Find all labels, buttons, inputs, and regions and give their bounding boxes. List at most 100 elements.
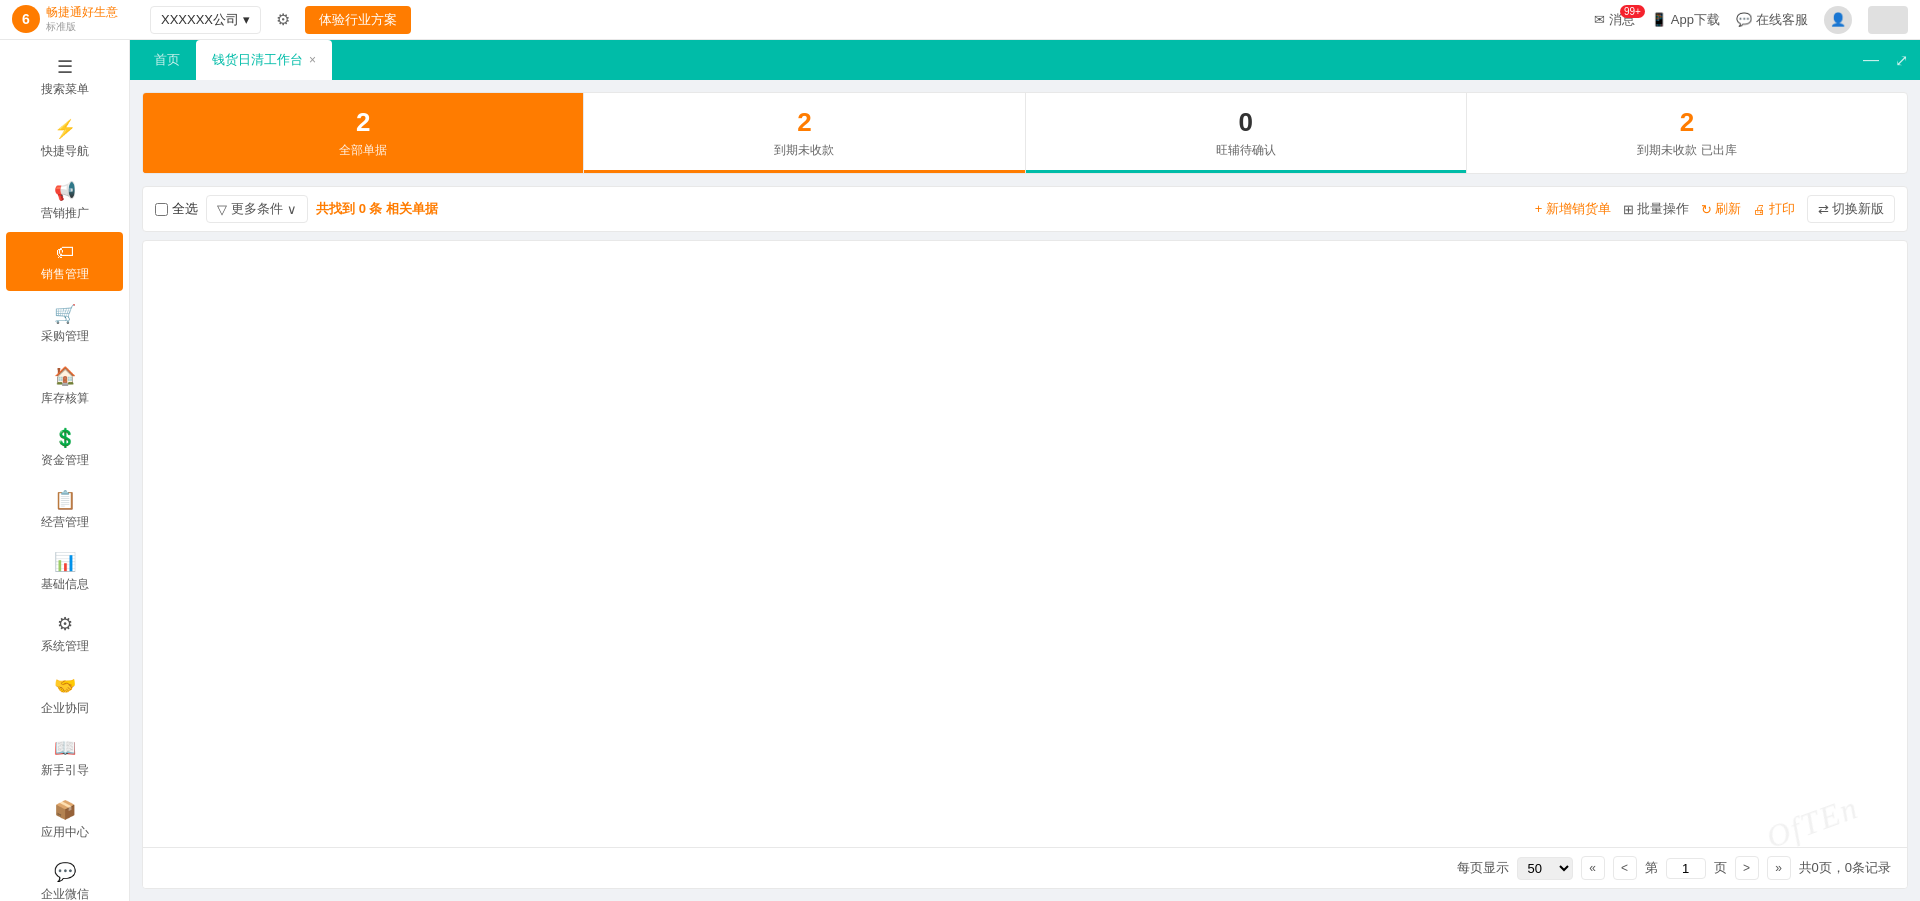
company-name: XXXXXX公司 bbox=[161, 11, 239, 29]
basic-info-icon: 📊 bbox=[54, 551, 76, 573]
switch-label: 切换新版 bbox=[1832, 200, 1884, 218]
sidebar-item-operations[interactable]: 📋 经营管理 bbox=[6, 479, 123, 539]
batch-icon: ⊞ bbox=[1623, 202, 1634, 217]
sidebar-item-sales[interactable]: 🏷销售管理 bbox=[6, 232, 123, 291]
toolbar-right: + 新增销货单 ⊞ 批量操作 ↻ 刷新 🖨 打印 ⇄ 切换新版 bbox=[1535, 195, 1895, 223]
toolbar-left: 全选 ▽ 更多条件 ∨ 共找到 0 条 相关单据 bbox=[155, 195, 438, 223]
logo-icon: 6 bbox=[12, 5, 40, 33]
logo-text: 畅捷通好生意 bbox=[46, 5, 118, 19]
logo-sub: 标准版 bbox=[46, 20, 118, 34]
status-card-all[interactable]: 2 全部单据 bbox=[143, 93, 584, 173]
sidebar-item-marketing[interactable]: 📢营销推广 bbox=[6, 170, 123, 230]
result-count: 0 bbox=[359, 201, 366, 216]
close-tab-icon[interactable]: × bbox=[309, 53, 316, 67]
app-download-button[interactable]: 📱 App下载 bbox=[1651, 11, 1720, 29]
avatar[interactable]: 👤 bbox=[1824, 6, 1852, 34]
nav-window-controls: — ⤢ bbox=[1859, 47, 1912, 74]
experience-button[interactable]: 体验行业方案 bbox=[305, 6, 411, 34]
sidebar-label-inventory: 库存核算 bbox=[41, 390, 89, 407]
first-page-button[interactable]: « bbox=[1581, 856, 1605, 880]
cooperation-icon: 🤝 bbox=[54, 675, 76, 697]
topbar: 6 畅捷通好生意 标准版 XXXXXX公司 ▾ ⚙ 体验行业方案 ✉ 消息 99… bbox=[0, 0, 1920, 40]
add-order-button[interactable]: + 新增销货单 bbox=[1535, 200, 1611, 218]
sidebar-item-search[interactable]: ☰搜索菜单 bbox=[6, 46, 123, 106]
sidebar-label-basic-info: 基础信息 bbox=[41, 576, 89, 593]
chevron-down-icon: ▾ bbox=[243, 12, 250, 27]
filter-button[interactable]: ▽ 更多条件 ∨ bbox=[206, 195, 308, 223]
topbar-right: ✉ 消息 99+ 📱 App下载 💬 在线客服 👤 bbox=[1594, 6, 1908, 34]
sidebar-item-basic-info[interactable]: 📊 基础信息 bbox=[6, 541, 123, 601]
print-icon: 🖨 bbox=[1753, 202, 1766, 217]
sidebar-item-purchase[interactable]: 🛒采购管理 bbox=[6, 293, 123, 353]
sidebar-label-system: 系统管理 bbox=[41, 638, 89, 655]
nav-tab-钱货日清工作台[interactable]: 钱货日清工作台 × bbox=[196, 40, 332, 80]
page-size-label: 每页显示 bbox=[1457, 859, 1509, 877]
sidebar-item-cooperation[interactable]: 🤝企业协同 bbox=[6, 665, 123, 725]
last-page-button[interactable]: » bbox=[1767, 856, 1791, 880]
refresh-button[interactable]: ↻ 刷新 bbox=[1701, 200, 1741, 218]
operations-icon: 📋 bbox=[54, 489, 76, 511]
next-page-button[interactable]: > bbox=[1735, 856, 1759, 880]
table-area: 每页显示 2050100 « < 第 页 > » 共0页，0条记录 bbox=[142, 240, 1908, 889]
sidebar: ☰搜索菜单⚡快捷导航📢营销推广🏷销售管理🛒采购管理 🏠 库存核算 💲资金管理 📋 经营管理… bbox=[0, 0, 130, 901]
company-selector[interactable]: XXXXXX公司 ▾ bbox=[150, 6, 261, 34]
result-prefix: 共找到 bbox=[316, 201, 355, 216]
batch-operation-button[interactable]: ⊞ 批量操作 bbox=[1623, 200, 1689, 218]
sidebar-item-quick-nav[interactable]: ⚡快捷导航 bbox=[6, 108, 123, 168]
status-card-overdue_shipped[interactable]: 2到期未收款 已出库 bbox=[1467, 93, 1907, 173]
card-indicator bbox=[1026, 170, 1466, 173]
sidebar-label-wechat: 企业微信 bbox=[41, 886, 89, 901]
switch-version-button[interactable]: ⇄ 切换新版 bbox=[1807, 195, 1895, 223]
card-label: 到期未收款 已出库 bbox=[1637, 142, 1736, 159]
wechat-icon: 💬 bbox=[54, 861, 76, 883]
sidebar-item-inventory[interactable]: 🏠 库存核算 bbox=[6, 355, 123, 415]
select-all-checkbox[interactable]: 全选 bbox=[155, 200, 198, 218]
page-number-input[interactable] bbox=[1666, 858, 1706, 879]
quick-nav-icon: ⚡ bbox=[54, 118, 76, 140]
pagination-summary: 共0页，0条记录 bbox=[1799, 859, 1891, 877]
batch-label: 批量操作 bbox=[1637, 200, 1689, 218]
card-count: 2 bbox=[797, 107, 811, 138]
card-indicator bbox=[584, 170, 1024, 173]
card-label: 旺辅待确认 bbox=[1216, 142, 1276, 159]
marketing-icon: 📢 bbox=[54, 180, 76, 202]
inventory-icon: 🏠 bbox=[54, 365, 76, 387]
filter-icon: ▽ bbox=[217, 202, 227, 217]
maximize-icon[interactable]: ⤢ bbox=[1891, 47, 1912, 74]
card-indicator bbox=[143, 170, 583, 173]
select-all-input[interactable] bbox=[155, 203, 168, 216]
sidebar-label-operations: 经营管理 bbox=[41, 514, 89, 531]
content-area: 2全部单据2到期未收款0旺辅待确认2到期未收款 已出库 全选 ▽ 更多条件 ∨ … bbox=[130, 80, 1920, 901]
page-size-select[interactable]: 2050100 bbox=[1517, 857, 1573, 880]
status-card-pending[interactable]: 0 旺辅待确认 bbox=[1026, 93, 1467, 173]
print-button[interactable]: 🖨 打印 bbox=[1753, 200, 1795, 218]
card-count: 2 bbox=[356, 107, 370, 138]
purchase-icon: 🛒 bbox=[54, 303, 76, 325]
sidebar-item-wechat[interactable]: 💬 企业微信 bbox=[6, 851, 123, 901]
sidebar-item-guide[interactable]: 📖新手引导 bbox=[6, 727, 123, 787]
messages-button[interactable]: ✉ 消息 99+ bbox=[1594, 11, 1635, 29]
status-card-overdue[interactable]: 2到期未收款 bbox=[584, 93, 1025, 173]
sidebar-menu: ☰搜索菜单⚡快捷导航📢营销推广🏷销售管理🛒采购管理 🏠 库存核算 💲资金管理 📋 经营管理… bbox=[0, 40, 129, 901]
status-cards: 2全部单据2到期未收款0旺辅待确认2到期未收款 已出库 bbox=[142, 92, 1908, 174]
sidebar-item-capital[interactable]: 💲资金管理 bbox=[6, 417, 123, 477]
card-count: 0 bbox=[1238, 107, 1252, 138]
prev-page-button[interactable]: < bbox=[1613, 856, 1637, 880]
sidebar-label-search: 搜索菜单 bbox=[41, 81, 89, 98]
refresh-icon: ↻ bbox=[1701, 202, 1712, 217]
main-content: 2全部单据2到期未收款0旺辅待确认2到期未收款 已出库 全选 ▽ 更多条件 ∨ … bbox=[130, 80, 1920, 901]
app-download-label: App下载 bbox=[1671, 11, 1720, 29]
download-icon: 📱 bbox=[1651, 12, 1667, 27]
sidebar-item-app-center[interactable]: 📦应用中心 bbox=[6, 789, 123, 849]
user-info[interactable] bbox=[1868, 6, 1908, 34]
settings-icon[interactable]: ⚙ bbox=[269, 6, 297, 34]
card-label: 全部单据 bbox=[339, 142, 387, 159]
sidebar-item-system[interactable]: ⚙系统管理 bbox=[6, 603, 123, 663]
online-service-button[interactable]: 💬 在线客服 bbox=[1736, 11, 1808, 29]
avatar-icon: 👤 bbox=[1830, 12, 1846, 27]
filter-label: 更多条件 bbox=[231, 200, 283, 218]
table-body-empty bbox=[143, 241, 1907, 847]
minimize-icon[interactable]: — bbox=[1859, 47, 1883, 74]
app-center-icon: 📦 bbox=[54, 799, 76, 821]
nav-tab-首页[interactable]: 首页 bbox=[138, 40, 196, 80]
